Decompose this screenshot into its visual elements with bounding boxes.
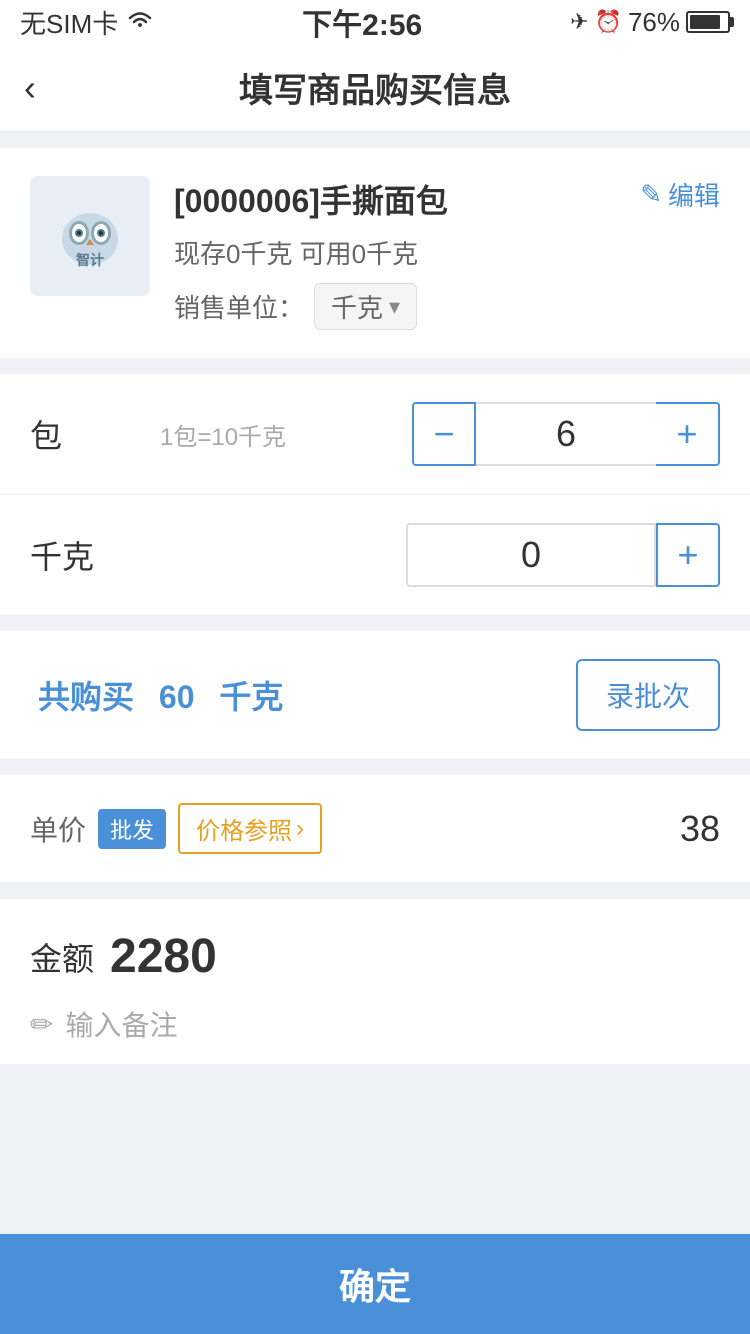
amount-section: 金额 2280 ✏ 输入备注	[0, 899, 750, 1064]
package-plus-button[interactable]: +	[656, 402, 720, 466]
package-quantity-control: − +	[412, 402, 720, 466]
battery-percent: 76%	[628, 7, 680, 38]
summary-row: 共购买 60 千克 录批次	[0, 631, 750, 759]
battery-icon	[686, 11, 730, 33]
pencil-icon: ✏	[30, 1008, 53, 1041]
unit-label: 销售单位：	[174, 288, 304, 325]
carrier-text: 无SIM卡	[20, 4, 118, 41]
note-row[interactable]: ✏ 输入备注	[30, 1004, 720, 1044]
note-placeholder: 输入备注	[65, 1004, 177, 1044]
nav-bar: ‹ 填写商品购买信息	[0, 44, 750, 132]
edit-button[interactable]: ✎ 编辑	[640, 176, 720, 213]
kilogram-plus-button[interactable]: +	[656, 523, 720, 587]
confirm-button[interactable]: 确定	[0, 1234, 750, 1334]
amount-row: 金额 2280	[30, 929, 720, 984]
record-batch-button[interactable]: 录批次	[576, 659, 720, 731]
status-time: 下午2:56	[302, 0, 422, 44]
price-type-badge: 批发	[98, 809, 166, 849]
kilogram-label: 千克	[30, 532, 150, 578]
kilogram-row: 千克 +	[0, 495, 750, 615]
page-title: 填写商品购买信息	[239, 63, 511, 112]
price-section: 单价 批发 价格参照 › 38	[0, 775, 750, 883]
status-bar: 无SIM卡 下午2:56 ✈ ⏰ 76%	[0, 0, 750, 44]
price-reference-button[interactable]: 价格参照 ›	[178, 803, 322, 854]
svg-text:智计: 智计	[75, 252, 104, 268]
product-unit-row: 销售单位： 千克 ▾	[174, 283, 720, 330]
price-value: 38	[680, 808, 720, 850]
amount-value: 2280	[110, 929, 217, 984]
product-logo: 智计	[50, 201, 130, 271]
kilogram-quantity-control: +	[406, 523, 720, 587]
package-label: 包	[30, 411, 150, 457]
unit-dropdown[interactable]: 千克 ▾	[314, 283, 417, 330]
summary-text: 共购买 60 千克	[30, 672, 291, 718]
package-section: 包 1包=10千克 − + 千克 +	[0, 374, 750, 615]
kilogram-input[interactable]	[406, 523, 656, 587]
status-left: 无SIM卡	[20, 4, 154, 41]
package-hint: 1包=10千克	[160, 417, 412, 452]
package-row: 包 1包=10千克 − +	[0, 374, 750, 495]
product-thumbnail: 智计	[30, 176, 150, 296]
package-input[interactable]	[476, 402, 656, 466]
product-stock: 现存0千克 可用0千克	[174, 234, 720, 271]
edit-icon: ✎	[640, 179, 662, 210]
wifi-icon	[126, 7, 154, 38]
product-name: [0000006]手撕面包	[174, 176, 720, 222]
product-card: 智计 [0000006]手撕面包 现存0千克 可用0千克 销售单位： 千克 ▾ …	[0, 148, 750, 358]
package-minus-button[interactable]: −	[412, 402, 476, 466]
product-info: [0000006]手撕面包 现存0千克 可用0千克 销售单位： 千克 ▾	[174, 176, 720, 330]
status-right: ✈ ⏰ 76%	[570, 7, 730, 38]
alarm-icon: ⏰	[595, 9, 622, 35]
back-button[interactable]: ‹	[24, 67, 36, 109]
price-row: 单价 批发 价格参照 › 38	[0, 775, 750, 883]
location-icon: ✈	[570, 9, 588, 35]
amount-label: 金额	[30, 934, 94, 980]
price-label: 单价	[30, 809, 86, 849]
